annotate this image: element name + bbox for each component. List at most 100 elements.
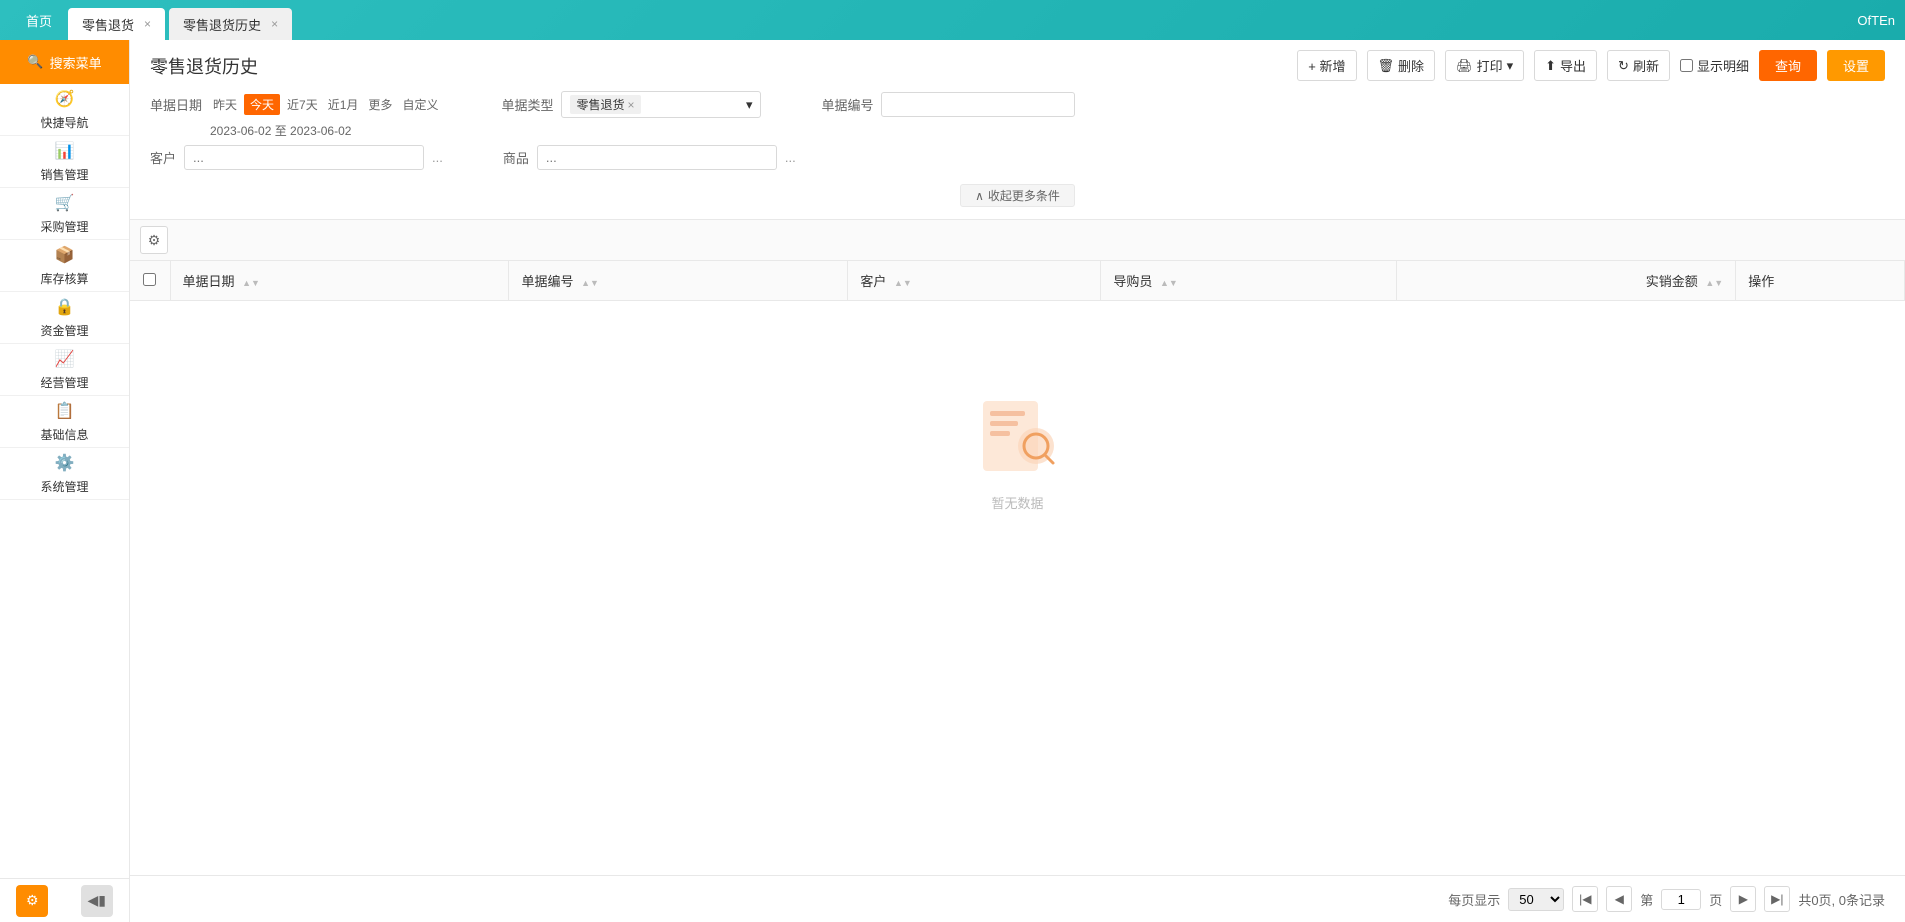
th-action-label: 操作 bbox=[1748, 274, 1774, 289]
type-tag-close[interactable]: × bbox=[627, 98, 634, 112]
sidebar-item-label-inventory: 库存核算 bbox=[40, 270, 88, 287]
select-all-checkbox[interactable] bbox=[143, 273, 156, 286]
sidebar-audio-button[interactable]: ◀▮ bbox=[81, 885, 113, 917]
sidebar-search[interactable]: 🔍 搜索菜单 bbox=[0, 40, 129, 84]
table-settings-button[interactable]: ⚙ bbox=[140, 226, 168, 254]
sidebar-item-operations[interactable]: 📈 经营管理 bbox=[0, 344, 129, 396]
sidebar-item-system[interactable]: ⚙️ 系统管理 bbox=[0, 448, 129, 500]
customer-browse-btn[interactable]: ... bbox=[432, 150, 443, 165]
type-dropdown-icon: ▾ bbox=[746, 97, 753, 113]
tab-home[interactable]: 首页 bbox=[10, 0, 68, 40]
date-option-more[interactable]: 更多 bbox=[365, 95, 395, 114]
sort-number-icon[interactable]: ▲▼ bbox=[581, 278, 599, 288]
date-range-display: 2023-06-02 至 2023-06-02 bbox=[150, 122, 1885, 139]
sidebar-settings-button[interactable]: ⚙ bbox=[16, 885, 48, 917]
page-label-end: 页 bbox=[1709, 890, 1722, 909]
query-button[interactable]: 查询 bbox=[1759, 50, 1817, 81]
tab-retail-return-history-label: 零售退货历史 bbox=[183, 15, 261, 34]
print-icon: 🖨 bbox=[1456, 58, 1473, 74]
delete-button[interactable]: 🗑 删除 bbox=[1367, 50, 1436, 81]
date-range-text: 2023-06-02 至 2023-06-02 bbox=[210, 122, 1885, 139]
export-button[interactable]: ⬆ 导出 bbox=[1534, 50, 1597, 81]
sort-amount-icon[interactable]: ▲▼ bbox=[1705, 278, 1723, 288]
filter-customer: 客户 ... bbox=[150, 145, 443, 170]
system-icon: ⚙️ bbox=[54, 452, 76, 474]
goods-label: 商品 bbox=[503, 148, 529, 167]
goods-browse-btn[interactable]: ... bbox=[785, 150, 796, 165]
display-detail-label: 显示明细 bbox=[1697, 56, 1749, 75]
page-label: 第 bbox=[1640, 890, 1653, 909]
tab-retail-return-history-close[interactable]: × bbox=[271, 17, 278, 31]
collapse-bar[interactable]: ∧ 收起更多条件 bbox=[150, 180, 1885, 215]
print-button[interactable]: 🖨 打印 ▾ bbox=[1445, 50, 1524, 81]
tab-retail-return[interactable]: 零售退货 × bbox=[68, 8, 165, 40]
type-tag-text: 零售退货 bbox=[576, 96, 624, 113]
th-guide-label: 导购员 bbox=[1113, 274, 1152, 289]
collapse-button[interactable]: ∧ 收起更多条件 bbox=[960, 184, 1075, 207]
type-select[interactable]: 零售退货 × ▾ bbox=[561, 91, 761, 118]
sidebar-item-label-basic: 基础信息 bbox=[40, 426, 88, 443]
date-option-today[interactable]: 今天 bbox=[244, 94, 280, 115]
header-row: 单据日期 ▲▼ 单据编号 ▲▼ 客户 ▲▼ 导购员 bbox=[130, 261, 1905, 301]
display-detail-toggle[interactable]: 显示明细 bbox=[1680, 56, 1749, 75]
page-size-select[interactable]: 20 50 100 200 bbox=[1508, 888, 1564, 911]
main-content: 零售退货历史 + 新增 🗑 删除 🖨 打印 ▾ ⬆ 导出 bbox=[130, 40, 1905, 922]
page-input[interactable] bbox=[1661, 889, 1701, 910]
page-title: 零售退货历史 bbox=[150, 53, 258, 79]
sidebar-item-quick-nav[interactable]: 🧭 快捷导航 bbox=[0, 84, 129, 136]
refresh-button[interactable]: ↻ 刷新 bbox=[1607, 50, 1670, 81]
data-table: 单据日期 ▲▼ 单据编号 ▲▼ 客户 ▲▼ 导购员 bbox=[130, 261, 1905, 301]
sidebar-item-purchase[interactable]: 🛒 采购管理 bbox=[0, 188, 129, 240]
sidebar-search-label: 搜索菜单 bbox=[50, 53, 102, 72]
new-button[interactable]: + 新增 bbox=[1297, 50, 1356, 81]
sort-date-icon[interactable]: ▲▼ bbox=[242, 278, 260, 288]
date-option-1month[interactable]: 近1月 bbox=[325, 95, 362, 114]
purchase-icon: 🛒 bbox=[54, 192, 76, 214]
type-label: 单据类型 bbox=[501, 95, 553, 114]
page-header: 零售退货历史 + 新增 🗑 删除 🖨 打印 ▾ ⬆ 导出 bbox=[130, 40, 1905, 220]
date-options: 昨天 今天 近7天 近1月 更多 自定义 bbox=[210, 94, 441, 115]
sidebar-item-label-system: 系统管理 bbox=[40, 478, 88, 495]
sidebar-item-label-purchase: 采购管理 bbox=[40, 218, 88, 235]
th-checkbox bbox=[130, 261, 170, 301]
print-dropdown-icon: ▾ bbox=[1507, 58, 1514, 74]
th-customer: 客户 ▲▼ bbox=[848, 261, 1101, 301]
sidebar-item-inventory[interactable]: 📦 库存核算 bbox=[0, 240, 129, 292]
customer-input[interactable] bbox=[184, 145, 424, 170]
date-label: 单据日期 bbox=[150, 95, 202, 114]
next-page-button[interactable]: ▶ bbox=[1730, 886, 1756, 912]
export-icon: ⬆ bbox=[1545, 58, 1556, 74]
date-option-yesterday[interactable]: 昨天 bbox=[210, 95, 240, 114]
sidebar-item-finance[interactable]: 🔒 资金管理 bbox=[0, 292, 129, 344]
prev-page-button[interactable]: ◀ bbox=[1606, 886, 1632, 912]
empty-state: 暂无数据 bbox=[130, 301, 1905, 552]
filter-goods: 商品 ... bbox=[503, 145, 796, 170]
page-size-label: 每页显示 bbox=[1448, 890, 1500, 909]
tab-retail-return-close[interactable]: × bbox=[144, 17, 151, 31]
sidebar-item-sales[interactable]: 📊 销售管理 bbox=[0, 136, 129, 188]
filter-row-2: 客户 ... 商品 ... bbox=[150, 145, 1885, 170]
first-page-button[interactable]: |◀ bbox=[1572, 886, 1598, 912]
tab-bar: 首页 零售退货 × 零售退货历史 × bbox=[10, 0, 292, 40]
filter-date: 单据日期 昨天 今天 近7天 近1月 更多 自定义 bbox=[150, 94, 441, 115]
filter-type: 单据类型 零售退货 × ▾ bbox=[501, 91, 761, 118]
finance-icon: 🔒 bbox=[54, 296, 76, 318]
table-header: 单据日期 ▲▼ 单据编号 ▲▼ 客户 ▲▼ 导购员 bbox=[130, 261, 1905, 301]
sort-customer-icon[interactable]: ▲▼ bbox=[894, 278, 912, 288]
table-container: ⚙ 单据日期 ▲▼ 单据编号 ▲▼ bbox=[130, 220, 1905, 875]
date-option-custom[interactable]: 自定义 bbox=[399, 95, 441, 114]
goods-input[interactable] bbox=[537, 145, 777, 170]
number-input[interactable] bbox=[881, 92, 1075, 117]
date-option-7days[interactable]: 近7天 bbox=[284, 95, 321, 114]
display-detail-checkbox[interactable] bbox=[1680, 59, 1693, 72]
sidebar-item-label-sales: 销售管理 bbox=[40, 166, 88, 183]
pagination: 每页显示 20 50 100 200 |◀ ◀ 第 页 ▶ ▶| 共0页, 0条… bbox=[130, 875, 1905, 922]
tab-retail-return-label: 零售退货 bbox=[82, 15, 134, 34]
sort-guide-icon[interactable]: ▲▼ bbox=[1160, 278, 1178, 288]
th-amount-label: 实销金额 bbox=[1646, 274, 1698, 289]
sidebar-item-basic[interactable]: 📋 基础信息 bbox=[0, 396, 129, 448]
setting-button[interactable]: 设置 bbox=[1827, 50, 1885, 81]
last-page-button[interactable]: ▶| bbox=[1764, 886, 1790, 912]
table-toolbar: ⚙ bbox=[130, 220, 1905, 261]
tab-retail-return-history[interactable]: 零售退货历史 × bbox=[169, 8, 292, 40]
